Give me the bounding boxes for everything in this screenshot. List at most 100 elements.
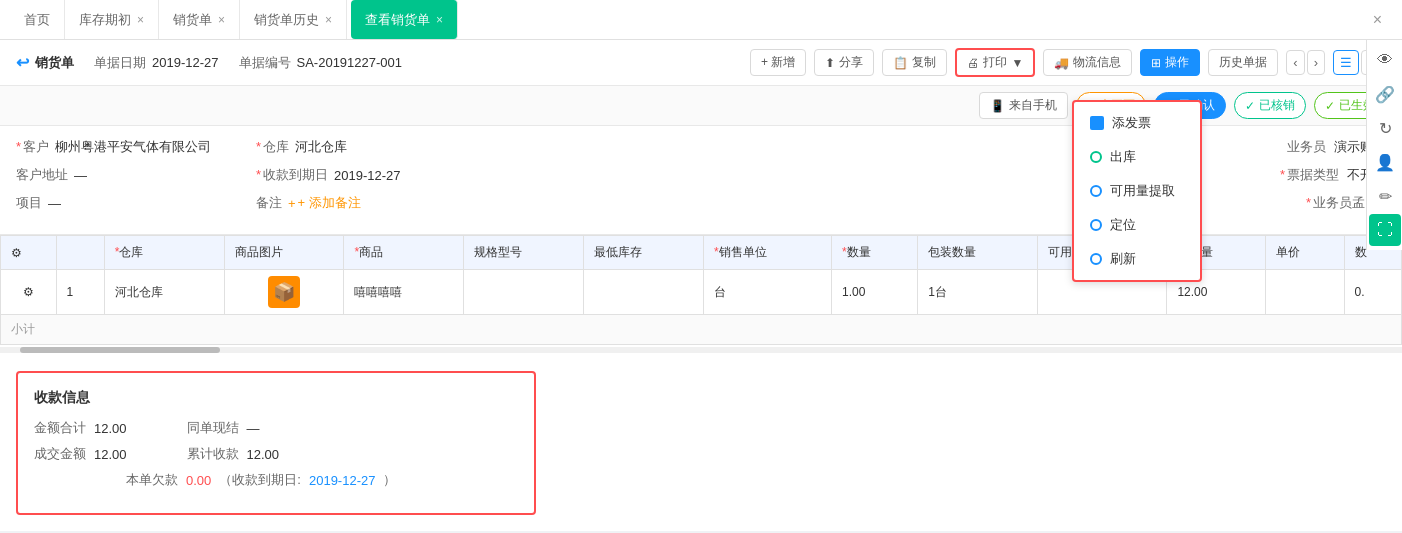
- effect-check-icon: ✓: [1325, 99, 1335, 113]
- action-button[interactable]: ⊞ 操作: [1140, 49, 1200, 76]
- dropdown-refresh[interactable]: 刷新: [1074, 242, 1200, 276]
- payment-row-1: 金额合计 12.00 同单现结 —: [34, 419, 518, 437]
- col-quantity: *数量: [832, 236, 918, 270]
- warehouse-value: 河北仓库: [295, 138, 347, 156]
- locate-icon: [1090, 219, 1102, 231]
- list-view-icon[interactable]: ☰: [1333, 50, 1359, 75]
- payment-cumulative-label: 累计收款: [187, 445, 239, 463]
- payment-total-label: 金额合计: [34, 419, 86, 437]
- row-product: 嘻嘻嘻嘻: [344, 270, 464, 315]
- ticket-type-label: 票据类型: [1280, 166, 1339, 184]
- plus-icon: +: [288, 196, 296, 211]
- col-sales-unit: *销售单位: [704, 236, 832, 270]
- product-img-icon: 📦: [273, 281, 295, 303]
- new-button[interactable]: + 新增: [750, 49, 806, 76]
- nav-arrows: ‹ ›: [1286, 50, 1325, 75]
- tab-home[interactable]: 首页: [10, 0, 65, 39]
- row-sales-unit: 台: [704, 270, 832, 315]
- tab-sales-order[interactable]: 销货单 ×: [159, 0, 240, 39]
- customer-value: 柳州粤港平安气体有限公司: [55, 138, 211, 156]
- warehouse-label: 仓库: [256, 138, 289, 156]
- payment-date-value: 2019-12-27: [334, 168, 401, 183]
- row-quantity: 1.00: [832, 270, 918, 315]
- prev-button[interactable]: ‹: [1286, 50, 1304, 75]
- refresh-icon-btn[interactable]: ↻: [1369, 112, 1401, 144]
- truck-icon: 🚚: [1054, 56, 1069, 70]
- project-field: 项目 —: [16, 194, 216, 212]
- expand-icon-btn[interactable]: ⛶: [1369, 214, 1401, 246]
- row-index: 1: [56, 270, 104, 315]
- user-icon-btn[interactable]: 👤: [1369, 146, 1401, 178]
- doc-header: ↩ 销货单 单据日期 2019-12-27 单据编号 SA-20191227-0…: [0, 40, 1402, 86]
- project-label: 项目: [16, 194, 42, 212]
- row-min-stock: [584, 270, 704, 315]
- payment-title: 收款信息: [34, 389, 518, 407]
- add-invoice-icon: [1090, 116, 1104, 130]
- payment-cumulative-value: 12.00: [247, 447, 280, 462]
- dropdown-available-qty[interactable]: 可用量提取: [1074, 174, 1200, 208]
- doc-type-label: 销货单: [35, 54, 74, 72]
- copy-icon: 📋: [893, 56, 908, 70]
- sold-check-icon: ✓: [1245, 99, 1255, 113]
- note-label: 备注: [256, 194, 282, 212]
- payment-owe-item: 本单欠款 0.00 （收款到期日: 2019-12-27 ）: [126, 471, 396, 489]
- col-gear: ⚙: [1, 236, 57, 270]
- tab-view-sales[interactable]: 查看销货单 ×: [351, 0, 458, 39]
- row-amount: 0.: [1344, 270, 1401, 315]
- table-scrollbar[interactable]: [0, 347, 1402, 353]
- payment-date-field: 收款到期日 2019-12-27: [256, 166, 456, 184]
- share-button[interactable]: ⬆ 分享: [814, 49, 874, 76]
- status-sold-badge[interactable]: ✓ 已核销: [1234, 92, 1306, 119]
- share-icon: ⬆: [825, 56, 835, 70]
- from-phone-button[interactable]: 📱 来自手机: [979, 92, 1068, 119]
- tab-close-view[interactable]: ×: [436, 13, 443, 27]
- doc-date-field: 单据日期 2019-12-27: [94, 54, 219, 72]
- available-qty-icon: [1090, 185, 1102, 197]
- row-gear[interactable]: ⚙: [1, 270, 57, 315]
- row-spec: [464, 270, 584, 315]
- tab-sales-history[interactable]: 销货单历史 ×: [240, 0, 347, 39]
- payment-deal-item: 成交金额 12.00: [34, 445, 127, 463]
- phone-icon: 📱: [990, 99, 1005, 113]
- doc-meta: 单据日期 2019-12-27 单据编号 SA-20191227-001: [94, 54, 402, 72]
- scrollbar-thumb[interactable]: [20, 347, 220, 353]
- copy-button[interactable]: 📋 复制: [882, 49, 947, 76]
- warehouse-field: 仓库 河北仓库: [256, 138, 456, 156]
- payment-deal-label: 成交金额: [34, 445, 86, 463]
- history-button[interactable]: 历史单据: [1208, 49, 1278, 76]
- customer-addr-field: 客户地址 —: [16, 166, 216, 184]
- grid-icon: ⊞: [1151, 56, 1161, 70]
- row-pack-qty: 1台: [918, 270, 1038, 315]
- print-dropdown-icon: ▼: [1011, 56, 1023, 70]
- action-dropdown-menu: 添发票 出库 可用量提取 定位 刷新: [1072, 100, 1202, 282]
- dropdown-add-invoice[interactable]: 添发票: [1074, 106, 1200, 140]
- tab-inventory-init[interactable]: 库存期初 ×: [65, 0, 159, 39]
- right-sidebar: 👁 🔗 ↻ 👤 ✏ ⛶: [1366, 40, 1402, 250]
- doc-type-icon: ↩: [16, 53, 29, 72]
- doc-number-field: 单据编号 SA-20191227-001: [239, 54, 403, 72]
- payment-owe-extra-close: ）: [383, 471, 396, 489]
- window-close-button[interactable]: ×: [1363, 11, 1392, 29]
- payment-owe-extra: （收款到期日:: [219, 471, 301, 489]
- tab-close-sales[interactable]: ×: [218, 13, 225, 27]
- edit-icon-btn[interactable]: ✏: [1369, 180, 1401, 212]
- customer-addr-label: 客户地址: [16, 166, 68, 184]
- dropdown-outbound[interactable]: 出库: [1074, 140, 1200, 174]
- logistics-button[interactable]: 🚚 物流信息: [1043, 49, 1132, 76]
- payment-total-value: 12.00: [94, 421, 127, 436]
- col-unit-price: 单价: [1266, 236, 1344, 270]
- payment-section: 收款信息 金额合计 12.00 同单现结 — 成交金额 12.00: [0, 355, 1402, 531]
- row-unit-price: [1266, 270, 1344, 315]
- tab-close-history[interactable]: ×: [325, 13, 332, 27]
- dropdown-locate[interactable]: 定位: [1074, 208, 1200, 242]
- subtotal-label: 小计: [1, 315, 1402, 345]
- link-icon-btn[interactable]: 🔗: [1369, 78, 1401, 110]
- row-product-img: 📦: [224, 270, 344, 315]
- next-button[interactable]: ›: [1307, 50, 1325, 75]
- tab-close-inventory[interactable]: ×: [137, 13, 144, 27]
- payment-owe-date: 2019-12-27: [309, 473, 376, 488]
- print-icon: 🖨: [967, 56, 979, 70]
- print-button[interactable]: 🖨 打印 ▼: [955, 48, 1035, 77]
- add-note-button[interactable]: + + 添加备注: [288, 194, 361, 212]
- eye-icon-btn[interactable]: 👁: [1369, 44, 1401, 76]
